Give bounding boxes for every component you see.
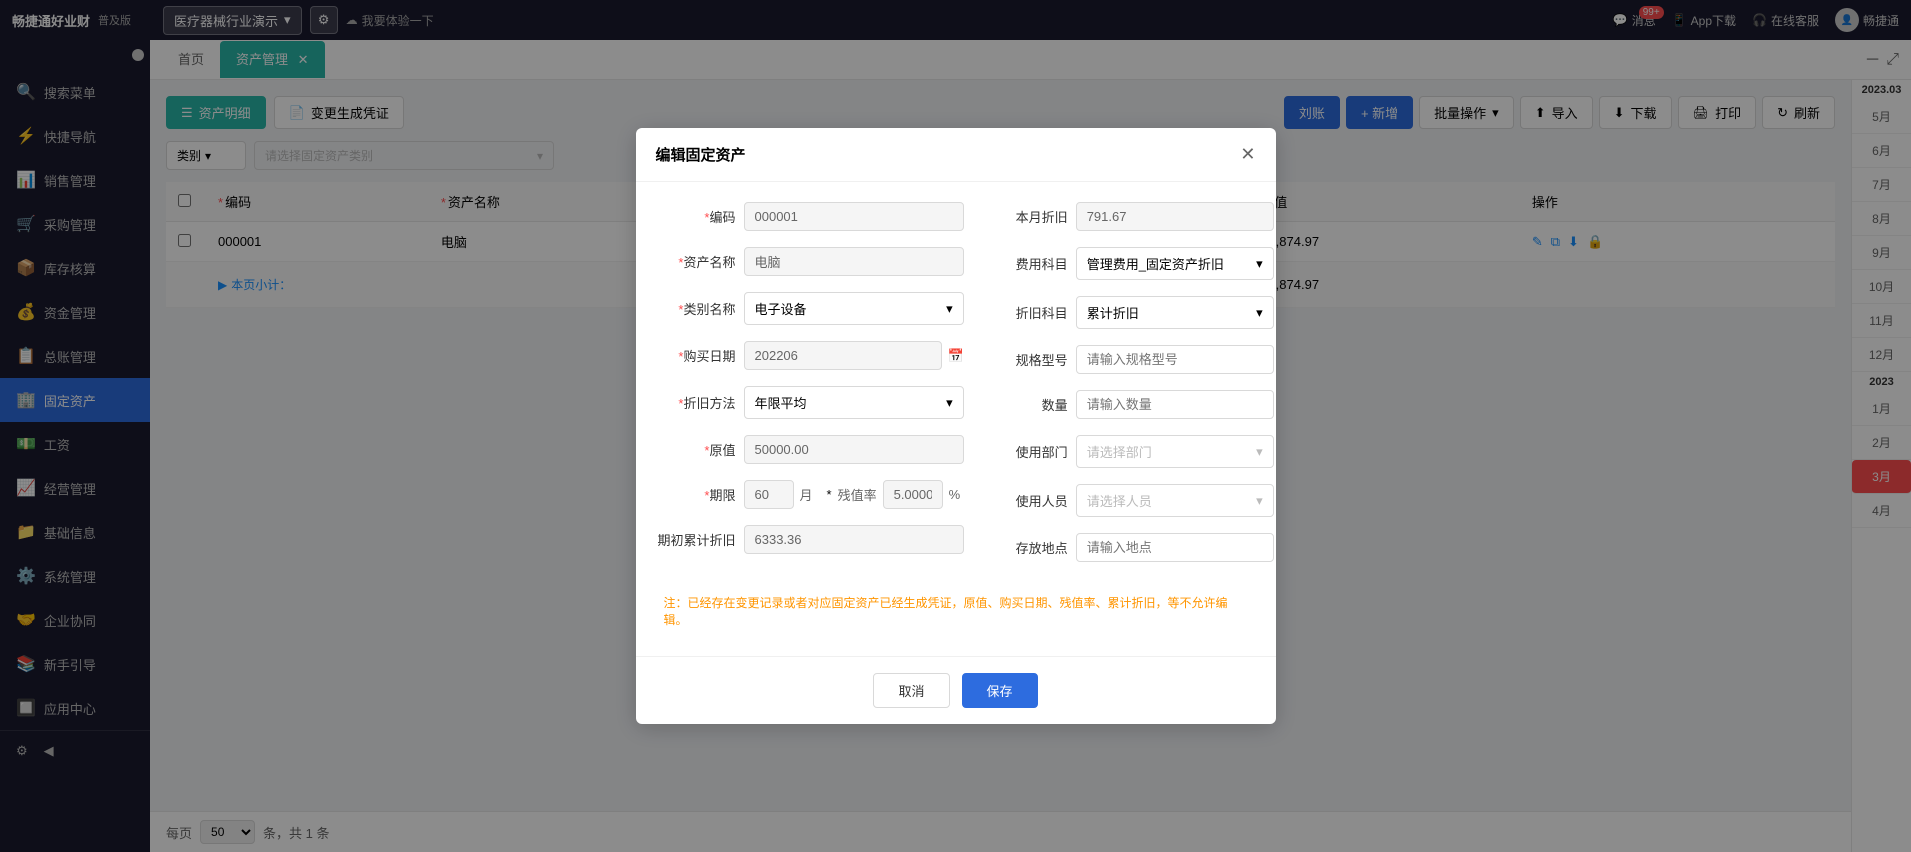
form-row-period: *期限 月 * 残值率 % (656, 480, 964, 509)
code-label: *编码 (656, 207, 736, 226)
quantity-input[interactable] (1076, 390, 1274, 419)
chevron-down-icon: ▾ (946, 395, 953, 411)
modal-header: 编辑固定资产 ✕ (636, 128, 1276, 182)
form-left: *编码 *资产名称 *类别名称 (656, 202, 964, 578)
residual-rate-unit: % (949, 487, 961, 502)
initial-accumulated-input[interactable] (744, 525, 964, 554)
modal-body: *编码 *资产名称 *类别名称 (636, 182, 1276, 656)
category-label: *类别名称 (656, 299, 736, 318)
user-select[interactable]: 请选择人员 ▾ (1076, 484, 1274, 517)
modal-footer: 取消 保存 (636, 656, 1276, 724)
form-row-category: *类别名称 电子设备 ▾ (656, 292, 964, 325)
modal-overlay[interactable]: 编辑固定资产 ✕ *编码 *资产名称 (0, 0, 1911, 852)
department-label: 使用部门 (988, 442, 1068, 461)
save-button[interactable]: 保存 (962, 673, 1038, 708)
form-row-location: 存放地点 (988, 533, 1274, 562)
location-label: 存放地点 (988, 538, 1068, 557)
depr-subject-label: 折旧科目 (988, 303, 1068, 322)
quantity-label: 数量 (988, 395, 1068, 414)
chevron-down-icon: ▾ (1256, 305, 1263, 321)
form-row-monthly-depr: 本月折旧 (988, 202, 1274, 231)
expense-subject-select[interactable]: 管理费用_固定资产折旧 ▾ (1076, 247, 1274, 280)
form-row-initial-accumulated: 期初累计折旧 (656, 525, 964, 554)
monthly-depr-label: 本月折旧 (988, 207, 1068, 226)
period-label: *期限 (656, 485, 736, 504)
period-inline: 月 * 残值率 % (744, 480, 964, 509)
chevron-down-icon: ▾ (1256, 256, 1263, 272)
purchase-date-input[interactable] (744, 341, 942, 370)
spec-label: 规格型号 (988, 350, 1068, 369)
form-row-purchase-date: *购买日期 📅 (656, 341, 964, 370)
form-row-asset-name: *资产名称 (656, 247, 964, 276)
form-row-code: *编码 (656, 202, 964, 231)
modal-title: 编辑固定资产 (656, 144, 746, 165)
edit-asset-modal: 编辑固定资产 ✕ *编码 *资产名称 (636, 128, 1276, 724)
form-grid: *编码 *资产名称 *类别名称 (656, 202, 1256, 578)
form-row-spec: 规格型号 (988, 345, 1274, 374)
spec-input[interactable] (1076, 345, 1274, 374)
form-row-quantity: 数量 (988, 390, 1274, 419)
form-row-expense-subject: 费用科目 管理费用_固定资产折旧 ▾ (988, 247, 1274, 280)
form-row-department: 使用部门 请选择部门 ▾ (988, 435, 1274, 468)
purchase-date-label: *购买日期 (656, 346, 736, 365)
residual-rate-label: 残值率 (838, 485, 877, 504)
original-value-label: *原值 (656, 440, 736, 459)
original-value-input[interactable] (744, 435, 964, 464)
monthly-depr-input[interactable] (1076, 202, 1274, 231)
chevron-down-icon: ▾ (946, 301, 953, 317)
form-row-original-value: *原值 (656, 435, 964, 464)
residual-rate-input[interactable] (883, 480, 943, 509)
depr-subject-select[interactable]: 累计折旧 ▾ (1076, 296, 1274, 329)
calendar-icon: 📅 (948, 348, 964, 364)
period-unit: 月 (800, 485, 813, 504)
form-right: 本月折旧 费用科目 管理费用_固定资产折旧 ▾ 折旧科目 (988, 202, 1274, 578)
modal-note: 注：已经存在变更记录或者对应固定资产已经生成凭证，原值、购买日期、残值率、累计折… (656, 586, 1256, 636)
depr-method-label: *折旧方法 (656, 393, 736, 412)
period-input[interactable] (744, 480, 794, 509)
user-label: 使用人员 (988, 491, 1068, 510)
form-row-user: 使用人员 请选择人员 ▾ (988, 484, 1274, 517)
chevron-down-icon: ▾ (1256, 444, 1263, 460)
modal-close-button[interactable]: ✕ (1240, 144, 1255, 165)
category-select[interactable]: 电子设备 ▾ (744, 292, 964, 325)
form-row-depr-subject: 折旧科目 累计折旧 ▾ (988, 296, 1274, 329)
initial-accumulated-label: 期初累计折旧 (656, 530, 736, 549)
expense-subject-label: 费用科目 (988, 254, 1068, 273)
cancel-button[interactable]: 取消 (873, 673, 949, 708)
asset-name-input[interactable] (744, 247, 964, 276)
department-select[interactable]: 请选择部门 ▾ (1076, 435, 1274, 468)
location-input[interactable] (1076, 533, 1274, 562)
asset-name-label: *资产名称 (656, 252, 736, 271)
form-row-depr-method: *折旧方法 年限平均 ▾ (656, 386, 964, 419)
chevron-down-icon: ▾ (1256, 493, 1263, 509)
code-input[interactable] (744, 202, 964, 231)
depr-method-select[interactable]: 年限平均 ▾ (744, 386, 964, 419)
